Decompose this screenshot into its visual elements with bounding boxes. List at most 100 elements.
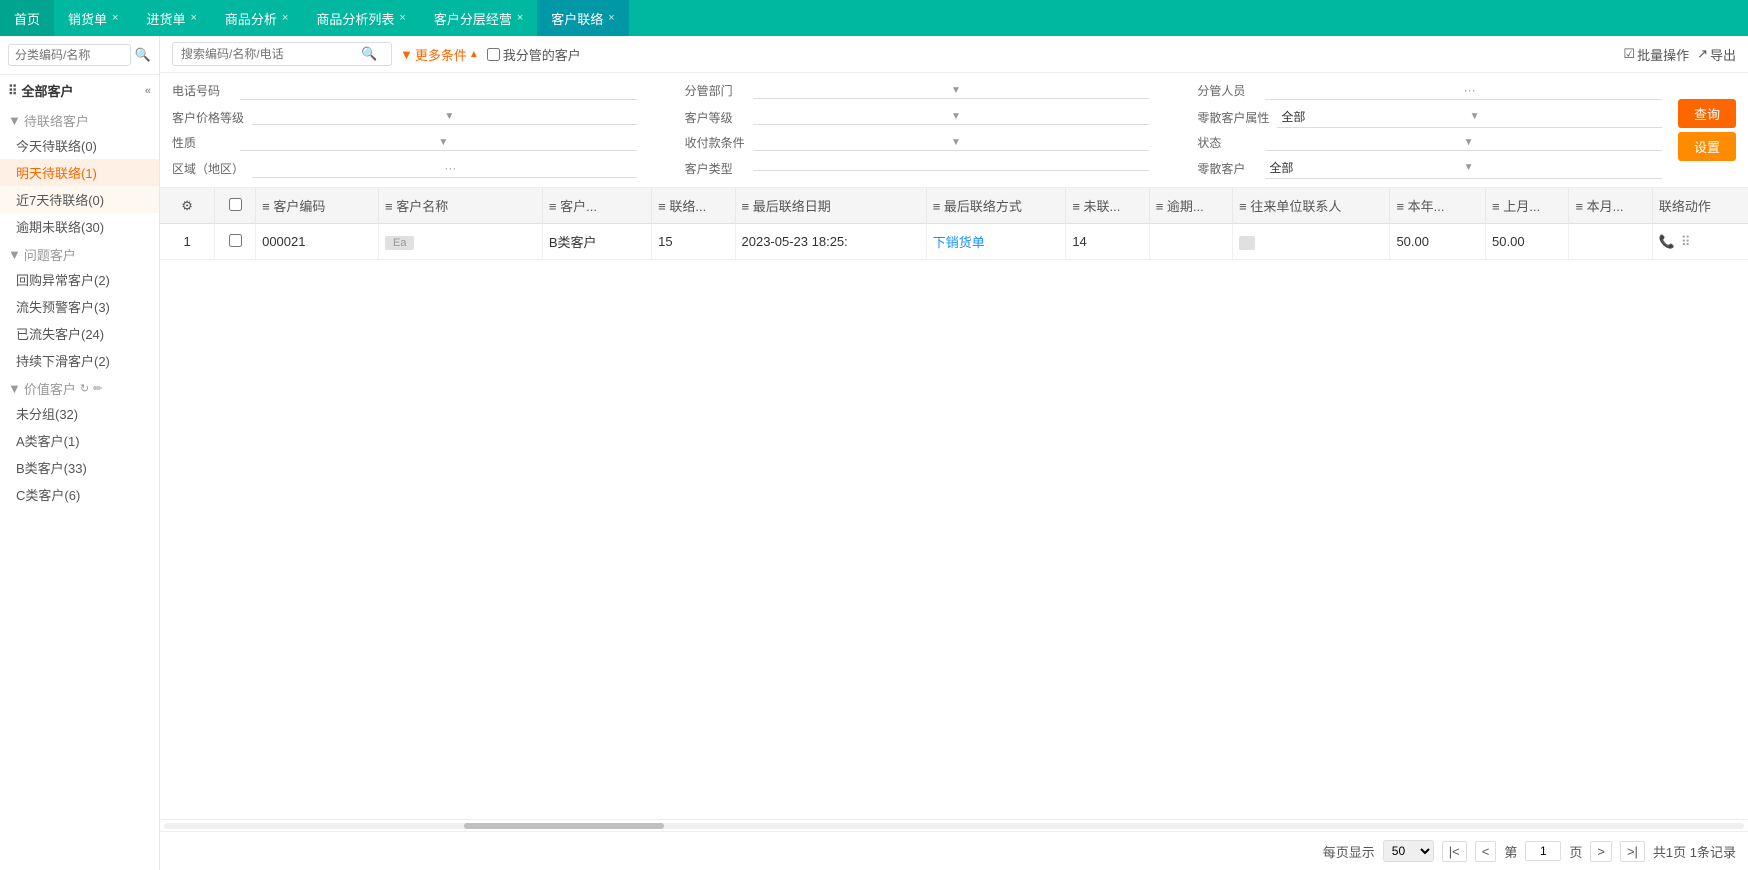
- col-header-checkbox[interactable]: [215, 188, 256, 224]
- col-header-unlinked[interactable]: ≡ 未联...: [1066, 188, 1149, 224]
- col-header-last-method[interactable]: ≡ 最后联络方式: [926, 188, 1066, 224]
- last-method-link[interactable]: 下销货单: [933, 235, 985, 250]
- nav-purchase-order[interactable]: 进货单 ×: [132, 0, 210, 36]
- cell-overdue: [1149, 224, 1232, 260]
- sidebar-item-repurchase-anomaly[interactable]: 回购异常客户(2): [0, 266, 159, 293]
- query-button[interactable]: 查询: [1678, 99, 1736, 128]
- col-header-type[interactable]: ≡ 客户...: [542, 188, 651, 224]
- scrollbar-track[interactable]: [164, 823, 1744, 829]
- cell-last-month: 50.00: [1486, 224, 1569, 260]
- batch-operation-button[interactable]: ☑ 批量操作: [1623, 45, 1689, 64]
- col-header-contact[interactable]: ≡ 联络...: [652, 188, 735, 224]
- col-header-action: 联络动作: [1652, 188, 1748, 224]
- settings-button[interactable]: 设置: [1678, 132, 1736, 161]
- dept-select[interactable]: ▼: [753, 83, 1150, 99]
- per-page-label: 每页显示: [1323, 842, 1375, 861]
- page-number-input[interactable]: [1525, 841, 1561, 861]
- col-header-overdue[interactable]: ≡ 逾期...: [1149, 188, 1232, 224]
- nav-close-icon[interactable]: ×: [517, 12, 523, 24]
- nav-close-icon[interactable]: ×: [112, 12, 118, 24]
- status-select[interactable]: ▼: [1265, 135, 1662, 151]
- main-layout: 🔍 ⠿ 全部客户 « ▼ 待联络客户 今天待联络(0) 明天待联络(1) 近7天…: [0, 36, 1748, 870]
- sidebar-all-customers[interactable]: ⠿ 全部客户 «: [0, 75, 159, 106]
- sidebar-item-ungrouped[interactable]: 未分组(32): [0, 400, 159, 427]
- col-header-last-month[interactable]: ≡ 上月...: [1486, 188, 1569, 224]
- filter-bar: 🔍 ▼ 更多条件 ▲ 我分管的客户 ☑ 批量操作 ↗ 导出: [160, 36, 1748, 73]
- sidebar-item-today-contact[interactable]: 今天待联络(0): [0, 132, 159, 159]
- nav-customer-contact[interactable]: 客户联络 ×: [537, 0, 628, 36]
- collapse-icon[interactable]: «: [145, 85, 151, 97]
- horizontal-scrollbar[interactable]: [160, 819, 1748, 831]
- nav-product-analysis-list[interactable]: 商品分析列表 ×: [302, 0, 419, 36]
- sidebar-item-declining[interactable]: 持续下滑客户(2): [0, 347, 159, 374]
- page-prev-button[interactable]: <: [1475, 841, 1497, 862]
- col-header-this-year[interactable]: ≡ 本年...: [1390, 188, 1486, 224]
- row-checkbox[interactable]: [229, 234, 242, 247]
- sidebar-item-class-c[interactable]: C类客户(6): [0, 481, 159, 508]
- phone-action-icon[interactable]: 📞: [1659, 234, 1675, 250]
- col-header-last-date[interactable]: ≡ 最后联络日期: [735, 188, 926, 224]
- cell-last-method[interactable]: 下销货单: [926, 224, 1066, 260]
- sidebar-item-churn-warning[interactable]: 流失预警客户(3): [0, 293, 159, 320]
- page-last-button[interactable]: >|: [1620, 841, 1645, 862]
- region-select[interactable]: ···: [252, 159, 637, 178]
- phone-input[interactable]: [240, 81, 637, 100]
- more-filter-button[interactable]: ▼ 更多条件 ▲: [400, 45, 479, 64]
- nav-close-icon[interactable]: ×: [282, 12, 288, 24]
- col-header-liaison[interactable]: ≡ 往来单位联系人: [1233, 188, 1390, 224]
- advanced-filter-panel: 电话号码 分管部门 ▼ 分管人员: [160, 73, 1748, 188]
- edit-icon[interactable]: ✏: [93, 382, 102, 395]
- region-label: 区域（地区）: [172, 160, 244, 177]
- page-next-button[interactable]: >: [1590, 841, 1612, 862]
- customer-name-blur: Ea: [385, 236, 414, 250]
- customer-type-select[interactable]: [753, 166, 1150, 171]
- col-header-code[interactable]: ≡ 客户编码: [256, 188, 379, 224]
- nav-home[interactable]: 首页: [0, 0, 54, 36]
- sidebar-item-class-a[interactable]: A类客户(1): [0, 427, 159, 454]
- nav-customer-tier[interactable]: 客户分层经营 ×: [420, 0, 537, 36]
- sidebar-item-class-b[interactable]: B类客户(33): [0, 454, 159, 481]
- nav-close-icon[interactable]: ×: [190, 12, 196, 24]
- export-button[interactable]: ↗ 导出: [1697, 45, 1736, 64]
- filter-scatter-customer: 零散客户 全部 ▼: [1197, 157, 1662, 179]
- payment-select[interactable]: ▼: [753, 135, 1150, 151]
- col-header-this-month[interactable]: ≡ 本月...: [1569, 188, 1652, 224]
- col-header-settings[interactable]: ⚙: [160, 188, 215, 224]
- filter-payment: 收付款条件 ▼: [685, 134, 1150, 151]
- scatter-attr-select[interactable]: 全部 ▼: [1277, 106, 1662, 128]
- search-box: 🔍: [172, 42, 392, 66]
- sidebar-item-tomorrow-contact[interactable]: 明天待联络(1): [0, 159, 159, 186]
- cell-checkbox[interactable]: [215, 224, 256, 260]
- sidebar-search-icon[interactable]: 🔍: [135, 47, 151, 63]
- col-header-name[interactable]: ≡ 客户名称: [379, 188, 543, 224]
- per-page-select[interactable]: 50 10 20 100: [1383, 840, 1434, 862]
- main-search-input[interactable]: [181, 47, 361, 61]
- sidebar-search-bar: 🔍: [0, 36, 159, 75]
- sort-icon: ≡: [1396, 199, 1404, 214]
- sidebar-item-overdue-contact[interactable]: 逾期未联络(30): [0, 213, 159, 240]
- sidebar-item-7day-contact[interactable]: 近7天待联络(0): [0, 186, 159, 213]
- select-all-checkbox[interactable]: [229, 198, 242, 211]
- my-customers-checkbox[interactable]: [487, 48, 500, 61]
- search-icon[interactable]: 🔍: [361, 46, 377, 62]
- nav-close-icon[interactable]: ×: [608, 12, 614, 24]
- customer-tier-select[interactable]: ▼: [753, 109, 1150, 125]
- sidebar-search-input[interactable]: [8, 44, 131, 66]
- page-first-button[interactable]: |<: [1442, 841, 1467, 862]
- nav-sales-order[interactable]: 销货单 ×: [54, 0, 132, 36]
- scrollbar-thumb[interactable]: [464, 823, 664, 829]
- manager-select[interactable]: ···: [1265, 81, 1662, 100]
- settings-gear-icon[interactable]: ⚙: [181, 198, 193, 213]
- filter-phone: 电话号码: [172, 81, 637, 100]
- scatter-customer-select[interactable]: 全部 ▼: [1265, 157, 1662, 179]
- refresh-icon[interactable]: ↻: [80, 382, 89, 395]
- filter-row-4: 区域（地区） ··· 客户类型: [172, 157, 1662, 179]
- qr-action-icon[interactable]: ⠿: [1681, 234, 1691, 250]
- nature-select[interactable]: ▼: [240, 135, 637, 151]
- triangle-icon: ▼: [8, 381, 21, 396]
- nav-product-analysis[interactable]: 商品分析 ×: [211, 0, 302, 36]
- price-tier-select[interactable]: ▼: [252, 109, 637, 125]
- my-customers-checkbox-label[interactable]: 我分管的客户: [487, 45, 581, 64]
- sidebar-item-churned[interactable]: 已流失客户(24): [0, 320, 159, 347]
- nav-close-icon[interactable]: ×: [399, 12, 405, 24]
